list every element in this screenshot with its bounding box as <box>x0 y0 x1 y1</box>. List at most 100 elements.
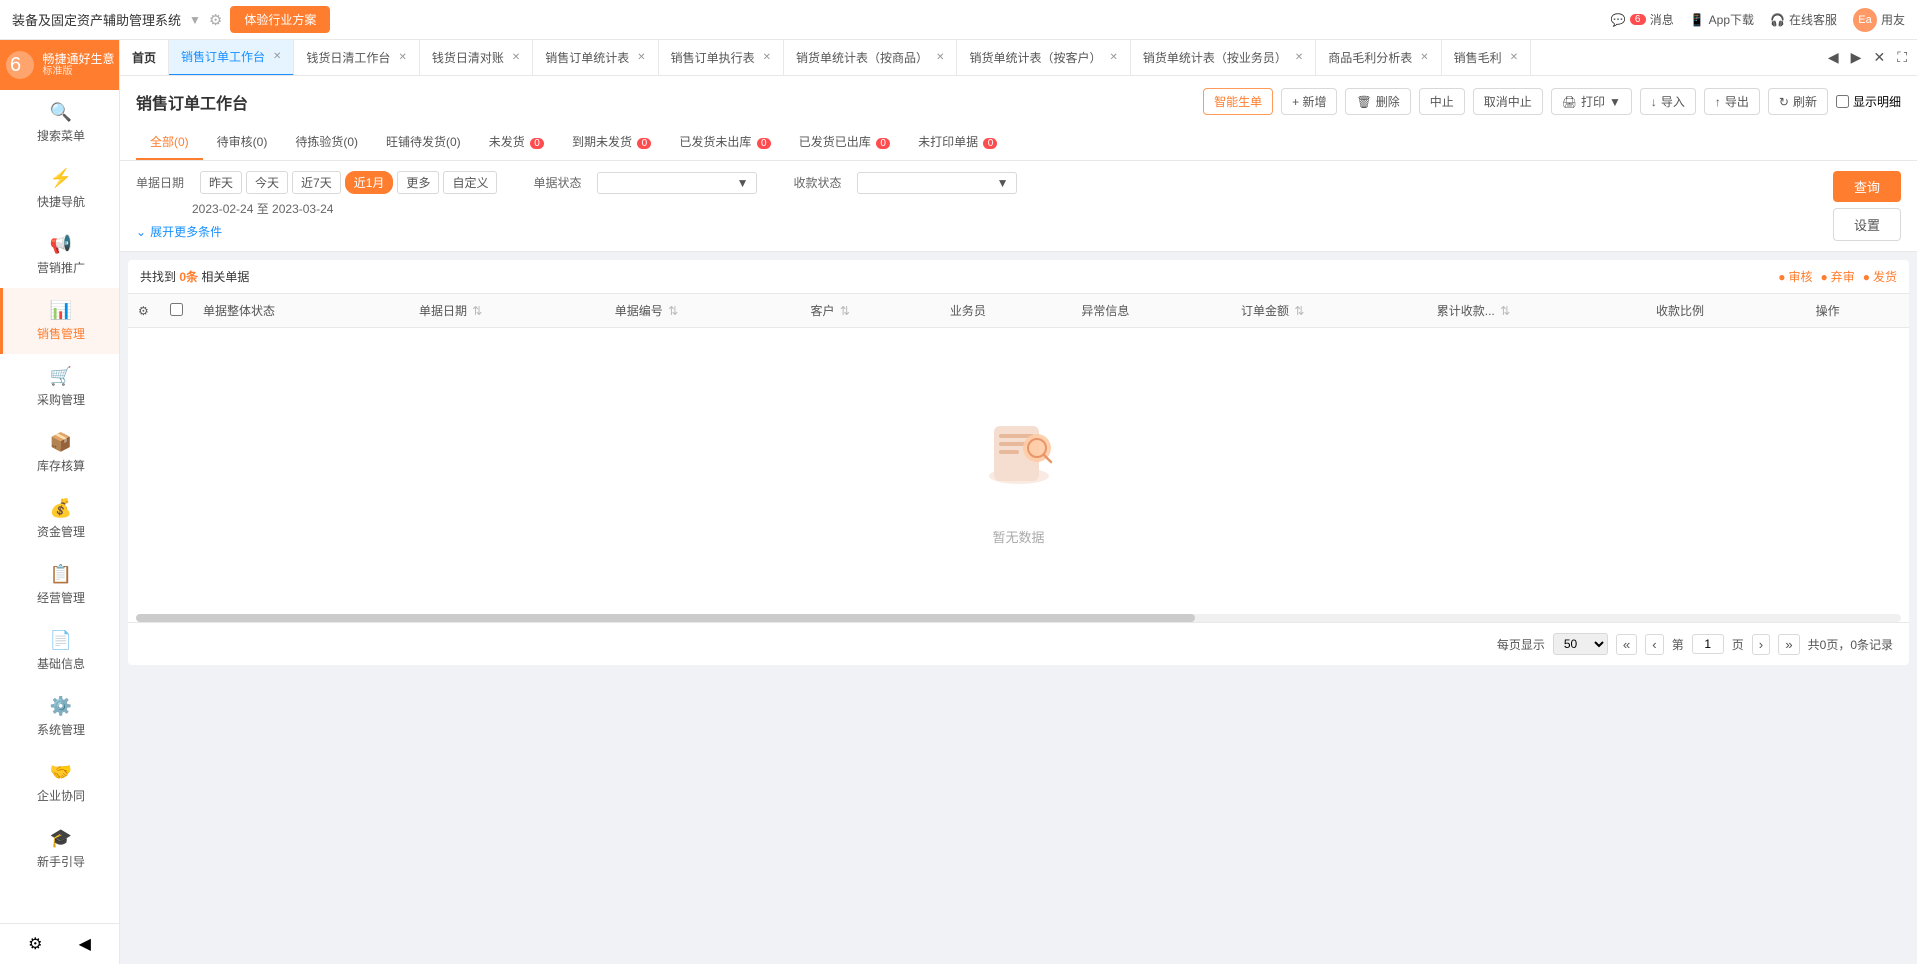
status-select[interactable]: ▼ <box>597 172 757 194</box>
dropdown-arrow[interactable]: ▼ <box>189 13 201 27</box>
tab-margin[interactable]: 商品毛利分析表 ✕ <box>1316 40 1441 76</box>
payment-select[interactable]: ▼ <box>857 172 1017 194</box>
show-detail-checkbox[interactable]: 显示明细 <box>1836 93 1901 110</box>
delete-btn[interactable]: 🗑 删除 <box>1345 88 1410 115</box>
abandon-batch-btn[interactable]: ● 弃审 <box>1820 268 1854 285</box>
tab-reconcile[interactable]: 钱货日清对账 ✕ <box>420 40 533 76</box>
sort-cumulative-icon[interactable]: ⇅ <box>1500 304 1510 318</box>
col-amount[interactable]: 订单金额 ⇅ <box>1231 294 1427 328</box>
ship-batch-btn[interactable]: ● 发货 <box>1863 268 1897 285</box>
gear-icon[interactable]: ⚙ <box>209 11 222 29</box>
tab-scroll-left[interactable]: ◀ <box>1824 47 1843 68</box>
sidebar-item-collab[interactable]: 🤝 企业协同 <box>0 750 119 816</box>
sidebar-item-operation[interactable]: 📋 经营管理 <box>0 552 119 618</box>
tab-close-sales[interactable]: ✕ <box>273 51 281 62</box>
sidebar-item-search[interactable]: 🔍 搜索菜单 <box>0 90 119 156</box>
tab-close-product[interactable]: ✕ <box>936 52 944 63</box>
subtab-unshipped[interactable]: 未发货 0 <box>475 125 558 160</box>
settings-footer-icon[interactable]: ⚙ <box>28 934 42 954</box>
col-customer[interactable]: 客户 ⇅ <box>800 294 939 328</box>
tab-sales-workbench[interactable]: 销售订单工作台 ✕ <box>169 40 294 76</box>
sidebar-item-system[interactable]: ⚙️ 系统管理 <box>0 684 119 750</box>
tab-scroll-right[interactable]: ▶ <box>1847 47 1866 68</box>
tab-close-daily[interactable]: ✕ <box>398 52 406 63</box>
date-btn-more[interactable]: 更多 <box>397 171 439 194</box>
message-btn[interactable]: 💬 6 消息 <box>1611 11 1674 28</box>
scrollbar-thumb[interactable] <box>136 614 1195 622</box>
sidebar-item-sales[interactable]: 📊 销售管理 <box>0 288 119 354</box>
set-btn[interactable]: 设置 <box>1833 208 1901 241</box>
tab-sales-exec[interactable]: 销售订单执行表 ✕ <box>659 40 784 76</box>
subtab-shipped-not-out[interactable]: 已发货未出库 0 <box>665 125 784 160</box>
tab-daily-clear[interactable]: 钱货日清工作台 ✕ <box>294 40 419 76</box>
date-btn-7days[interactable]: 近7天 <box>292 171 341 194</box>
last-page-btn[interactable]: » <box>1778 634 1799 655</box>
tab-close-reconcile[interactable]: ✕ <box>512 52 520 63</box>
sort-customer-icon[interactable]: ⇅ <box>840 304 850 318</box>
show-detail-input[interactable] <box>1836 95 1849 108</box>
date-btn-1month[interactable]: 近1月 <box>345 171 394 194</box>
first-page-btn[interactable]: « <box>1616 634 1637 655</box>
select-all-checkbox[interactable] <box>170 303 183 316</box>
sort-num-icon[interactable]: ⇅ <box>668 304 678 318</box>
user-btn[interactable]: Ea 用友 <box>1853 8 1905 32</box>
subtab-not-printed[interactable]: 未打印单据 0 <box>904 125 1011 160</box>
new-btn[interactable]: + 新增 <box>1281 88 1337 115</box>
subtab-shipped-out[interactable]: 已发货已出库 0 <box>785 125 904 160</box>
per-page-select[interactable]: 50 100 200 <box>1553 633 1608 655</box>
col-doc-date[interactable]: 单据日期 ⇅ <box>409 294 605 328</box>
col-checkbox[interactable] <box>160 294 193 328</box>
tab-close-customer[interactable]: ✕ <box>1109 52 1117 63</box>
sidebar-item-marketing[interactable]: 📢 营销推广 <box>0 222 119 288</box>
app-download-btn[interactable]: 📱 App下载 <box>1690 11 1754 28</box>
tab-sales-profit[interactable]: 销售毛利 ✕ <box>1442 40 1531 76</box>
tab-close-stats[interactable]: ✕ <box>637 52 645 63</box>
col-doc-num[interactable]: 单据编号 ⇅ <box>605 294 801 328</box>
import-btn[interactable]: ↓ 导入 <box>1640 88 1696 115</box>
refresh-btn[interactable]: ↻ 刷新 <box>1768 88 1828 115</box>
subtab-pending-audit[interactable]: 待审核(0) <box>203 125 282 160</box>
tab-close-profit[interactable]: ✕ <box>1510 52 1518 63</box>
tab-close-all[interactable]: ✕ <box>1869 47 1889 68</box>
date-btn-custom[interactable]: 自定义 <box>443 171 497 194</box>
tab-sales-stats[interactable]: 销售订单统计表 ✕ <box>533 40 658 76</box>
expand-conditions-btn[interactable]: ⌄ 展开更多条件 <box>136 223 1017 240</box>
query-btn[interactable]: 查询 <box>1833 171 1901 202</box>
sidebar-item-purchase[interactable]: 🛒 采购管理 <box>0 354 119 420</box>
subtab-overdue[interactable]: 到期未发货 0 <box>558 125 665 160</box>
online-service-btn[interactable]: 🎧 在线客服 <box>1770 11 1837 28</box>
next-page-btn[interactable]: › <box>1752 634 1770 655</box>
suspend-btn[interactable]: 中止 <box>1419 88 1465 115</box>
tab-close-exec[interactable]: ✕ <box>763 52 771 63</box>
date-btn-yesterday[interactable]: 昨天 <box>200 171 242 194</box>
tab-maximize[interactable]: ⛶ <box>1893 47 1911 68</box>
col-cumulative[interactable]: 累计收款... ⇅ <box>1427 294 1646 328</box>
export-btn[interactable]: ↑ 导出 <box>1704 88 1760 115</box>
sort-amount-icon[interactable]: ⇅ <box>1294 304 1304 318</box>
tab-sales-customer[interactable]: 销货单统计表（按客户） ✕ <box>957 40 1130 76</box>
date-btn-today[interactable]: 今天 <box>246 171 288 194</box>
sidebar-item-finance[interactable]: 💰 资金管理 <box>0 486 119 552</box>
tab-sales-product[interactable]: 销货单统计表（按商品） ✕ <box>784 40 957 76</box>
sidebar-item-basic[interactable]: 📄 基础信息 <box>0 618 119 684</box>
subtab-wangpu[interactable]: 旺铺待发货(0) <box>372 125 475 160</box>
tab-home[interactable]: 首页 <box>120 40 169 76</box>
collapse-icon[interactable]: ◀ <box>79 934 91 954</box>
cancel-suspend-btn[interactable]: 取消中止 <box>1473 88 1543 115</box>
horizontal-scrollbar[interactable] <box>136 614 1901 622</box>
subtab-all[interactable]: 全部(0) <box>136 125 203 160</box>
subtab-pending-check[interactable]: 待拣验货(0) <box>281 125 372 160</box>
tab-sales-staff[interactable]: 销货单统计表（按业务员） ✕ <box>1131 40 1316 76</box>
sort-date-icon[interactable]: ⇅ <box>472 304 482 318</box>
sidebar-item-inventory[interactable]: 📦 库存核算 <box>0 420 119 486</box>
tab-close-staff[interactable]: ✕ <box>1295 52 1303 63</box>
smart-create-btn[interactable]: 智能生单 <box>1203 88 1273 115</box>
sidebar-item-guide[interactable]: 🎓 新手引导 <box>0 816 119 882</box>
col-settings[interactable]: ⚙ <box>128 294 160 328</box>
tab-close-margin[interactable]: ✕ <box>1420 52 1428 63</box>
prev-page-btn[interactable]: ‹ <box>1645 634 1663 655</box>
audit-batch-btn[interactable]: ● 审核 <box>1778 268 1812 285</box>
solution-btn[interactable]: 体验行业方案 <box>230 6 330 33</box>
page-input[interactable] <box>1692 634 1724 654</box>
sidebar-item-quicknav[interactable]: ⚡ 快捷导航 <box>0 156 119 222</box>
